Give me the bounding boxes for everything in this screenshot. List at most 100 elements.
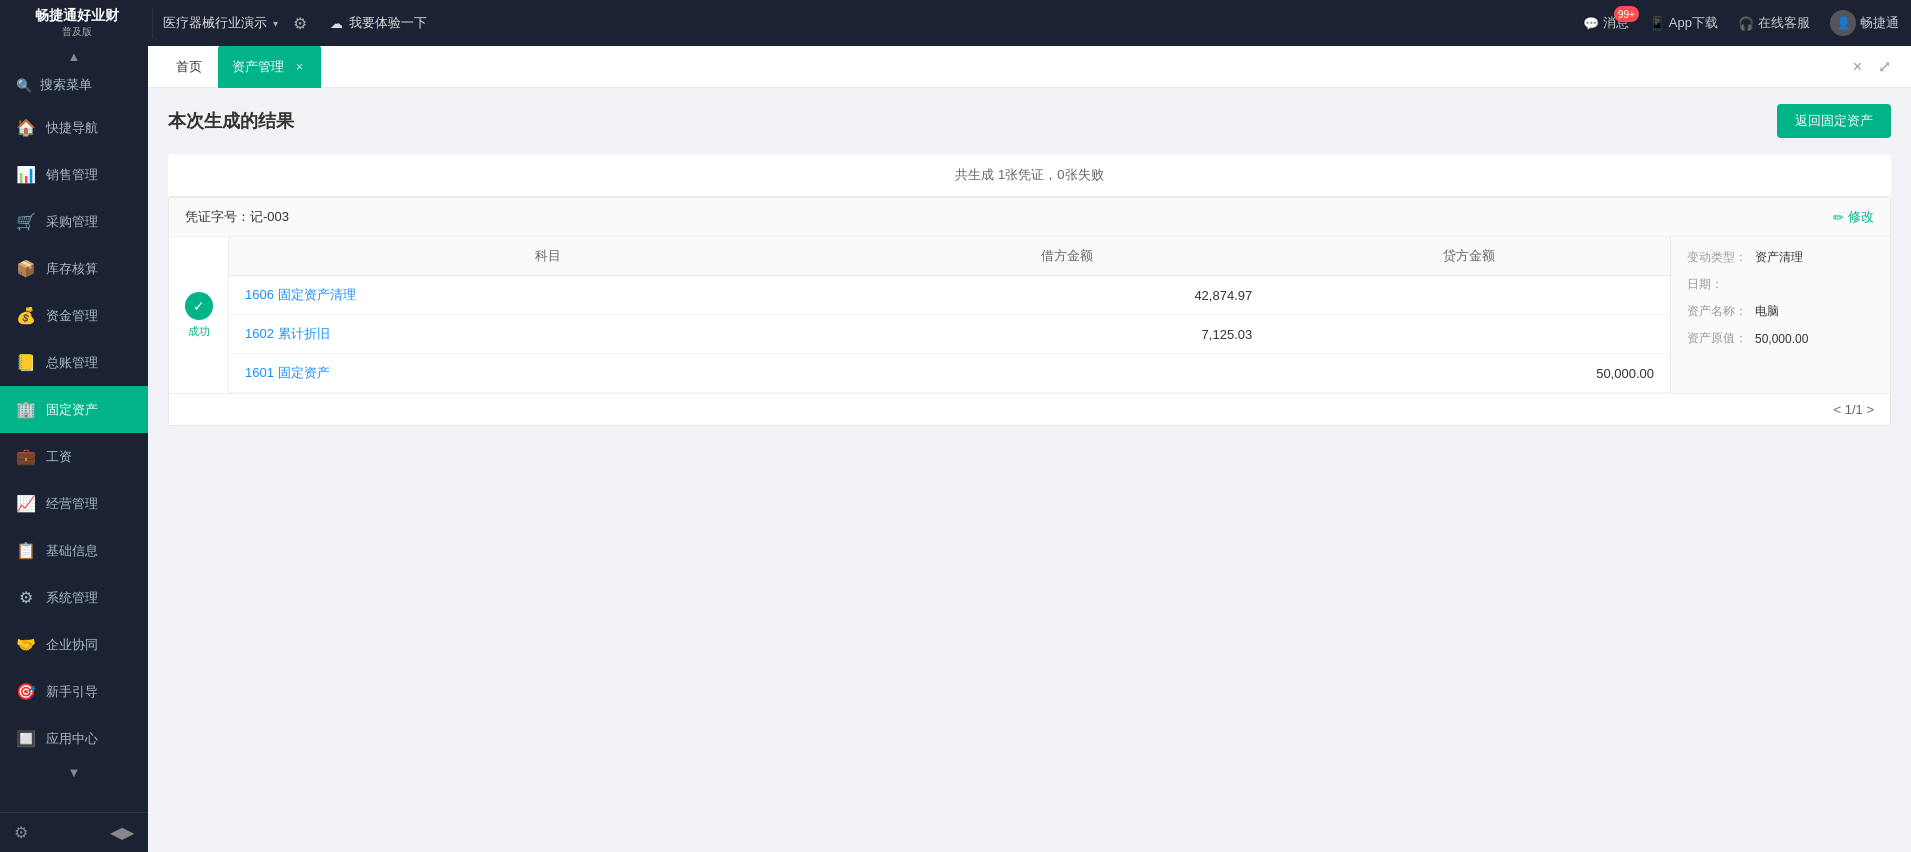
header-divider <box>152 8 153 38</box>
table-row: 1602 累计折旧 7,125.03 <box>229 315 1670 354</box>
sidebar-item-operations[interactable]: 📈 经营管理 <box>0 480 148 527</box>
app-download-item[interactable]: 📱 App下载 <box>1649 14 1718 32</box>
sidebar-item-system[interactable]: ⚙ 系统管理 <box>0 574 148 621</box>
operations-icon: 📈 <box>16 494 36 513</box>
home-tab-label: 首页 <box>176 58 202 76</box>
search-icon: 🔍 <box>16 78 32 93</box>
app-download-label: App下载 <box>1669 14 1718 32</box>
sidebar: ▲ 🔍 搜索菜单 🏠 快捷导航 📊 销售管理 🛒 采购管理 📦 库存核算 💰 资… <box>0 46 148 852</box>
row3-debit <box>866 354 1268 393</box>
change-type-row: 变动类型： 资产清理 <box>1687 249 1874 266</box>
row2-credit <box>1268 315 1670 354</box>
tab-bar: 首页 资产管理 × × ⤢ <box>148 46 1911 88</box>
asset-name-value: 电脑 <box>1755 303 1779 320</box>
page-header: 本次生成的结果 返回固定资产 <box>168 104 1891 138</box>
date-row: 日期： <box>1687 276 1874 293</box>
change-type-value: 资产清理 <box>1755 249 1803 266</box>
sidebar-item-guide[interactable]: 🎯 新手引导 <box>0 668 148 715</box>
sidebar-item-fixed-assets[interactable]: 🏢 固定资产 <box>0 386 148 433</box>
sidebar-item-quick-nav[interactable]: 🏠 快捷导航 <box>0 104 148 151</box>
row3-subject: 1601 固定资产 <box>229 354 866 393</box>
close-panel-button[interactable]: × <box>1849 56 1866 78</box>
original-value-label: 资产原值： <box>1687 330 1747 347</box>
col-credit: 贷方金额 <box>1268 237 1670 276</box>
basics-icon: 📋 <box>16 541 36 560</box>
cloud-icon: ☁ <box>330 16 343 31</box>
tab-close-button[interactable]: × <box>292 58 307 76</box>
sidebar-label-sales: 销售管理 <box>46 166 98 184</box>
edit-label: 修改 <box>1848 208 1874 226</box>
sidebar-label-ledger: 总账管理 <box>46 354 98 372</box>
sidebar-item-payroll[interactable]: 💼 工资 <box>0 433 148 480</box>
logo-area: 畅捷通好业财 普及版 <box>12 7 142 39</box>
page-content: 本次生成的结果 返回固定资产 共生成 1张凭证，0张失败 凭证字号：记-003 … <box>148 88 1911 852</box>
tab-home[interactable]: 首页 <box>164 46 214 88</box>
asset-name-label: 资产名称： <box>1687 303 1747 320</box>
sidebar-item-purchase[interactable]: 🛒 采购管理 <box>0 198 148 245</box>
sidebar-label-guide: 新手引导 <box>46 683 98 701</box>
company-selector[interactable]: 医疗器械行业演示 ▾ <box>163 14 278 32</box>
home-icon: 🏠 <box>16 118 36 137</box>
asset-name-row: 资产名称： 电脑 <box>1687 303 1874 320</box>
voucher-header: 凭证字号：记-003 ✏ 修改 <box>169 198 1890 237</box>
table-row: 1606 固定资产清理 42,874.97 <box>229 276 1670 315</box>
page-title: 本次生成的结果 <box>168 109 294 133</box>
scroll-up-arrow[interactable]: ▲ <box>0 46 148 66</box>
sidebar-item-inventory[interactable]: 📦 库存核算 <box>0 245 148 292</box>
sidebar-label-purchase: 采购管理 <box>46 213 98 231</box>
user-label: 畅捷通 <box>1860 14 1899 32</box>
sidebar-label-cooperation: 企业协同 <box>46 636 98 654</box>
sidebar-label-finance: 资金管理 <box>46 307 98 325</box>
sidebar-item-ledger[interactable]: 📒 总账管理 <box>0 339 148 386</box>
search-label: 搜索菜单 <box>40 76 92 94</box>
sidebar-item-cooperation[interactable]: 🤝 企业协同 <box>0 621 148 668</box>
edit-button[interactable]: ✏ 修改 <box>1833 208 1874 226</box>
ledger-icon: 📒 <box>16 353 36 372</box>
scroll-down-arrow[interactable]: ▼ <box>0 762 148 782</box>
sidebar-label-apps: 应用中心 <box>46 730 98 748</box>
top-header: 畅捷通好业财 普及版 医疗器械行业演示 ▾ ⚙ ☁ 我要体验一下 💬 消息 99… <box>0 0 1911 46</box>
sidebar-search[interactable]: 🔍 搜索菜单 <box>0 66 148 104</box>
message-item[interactable]: 💬 消息 99+ <box>1583 14 1629 32</box>
sidebar-item-finance[interactable]: 💰 资金管理 <box>0 292 148 339</box>
content-area: 首页 资产管理 × × ⤢ 本次生成的结果 返回固定资产 共生成 1张凭证，0张… <box>148 46 1911 852</box>
col-debit: 借方金额 <box>866 237 1268 276</box>
voucher-pagination: < 1/1 > <box>169 393 1890 425</box>
company-name: 医疗器械行业演示 <box>163 14 267 32</box>
expand-panel-button[interactable]: ⤢ <box>1874 55 1895 78</box>
user-item[interactable]: 👤 畅捷通 <box>1830 10 1899 36</box>
date-label: 日期： <box>1687 276 1723 293</box>
sidebar-footer: ⚙ ◀▶ <box>0 812 148 852</box>
fixed-assets-icon: 🏢 <box>16 400 36 419</box>
tab-asset-management[interactable]: 资产管理 × <box>218 46 321 88</box>
success-status: ✓ 成功 <box>185 284 213 347</box>
sidebar-label-basics: 基础信息 <box>46 542 98 560</box>
logo-edition: 普及版 <box>62 25 92 39</box>
sidebar-item-basics[interactable]: 📋 基础信息 <box>0 527 148 574</box>
return-button[interactable]: 返回固定资产 <box>1777 104 1891 138</box>
message-icon: 💬 <box>1583 16 1599 31</box>
success-text: 成功 <box>188 324 210 339</box>
settings-icon[interactable]: ⚙ <box>286 9 314 37</box>
cooperation-icon: 🤝 <box>16 635 36 654</box>
chevron-down-icon: ▾ <box>273 18 278 29</box>
sidebar-item-sales[interactable]: 📊 销售管理 <box>0 151 148 198</box>
voucher-number: 凭证字号：记-003 <box>185 208 289 226</box>
collapse-icon[interactable]: ◀▶ <box>110 823 134 842</box>
online-service-label: 在线客服 <box>1758 14 1810 32</box>
sidebar-item-apps[interactable]: 🔲 应用中心 <box>0 715 148 762</box>
online-service-item[interactable]: 🎧 在线客服 <box>1738 14 1810 32</box>
row2-subject: 1602 累计折旧 <box>229 315 866 354</box>
system-icon: ⚙ <box>16 588 36 607</box>
sidebar-label-quick-nav: 快捷导航 <box>46 119 98 137</box>
pagination-text[interactable]: < 1/1 > <box>1834 402 1874 417</box>
experience-button[interactable]: ☁ 我要体验一下 <box>330 14 427 32</box>
success-circle-icon: ✓ <box>185 292 213 320</box>
row1-subject: 1606 固定资产清理 <box>229 276 866 315</box>
phone-icon: 📱 <box>1649 16 1665 31</box>
table-row: 1601 固定资产 50,000.00 <box>229 354 1670 393</box>
sidebar-label-inventory: 库存核算 <box>46 260 98 278</box>
settings-footer-icon[interactable]: ⚙ <box>14 823 28 842</box>
sidebar-label-operations: 经营管理 <box>46 495 98 513</box>
original-value-value: 50,000.00 <box>1755 332 1808 346</box>
